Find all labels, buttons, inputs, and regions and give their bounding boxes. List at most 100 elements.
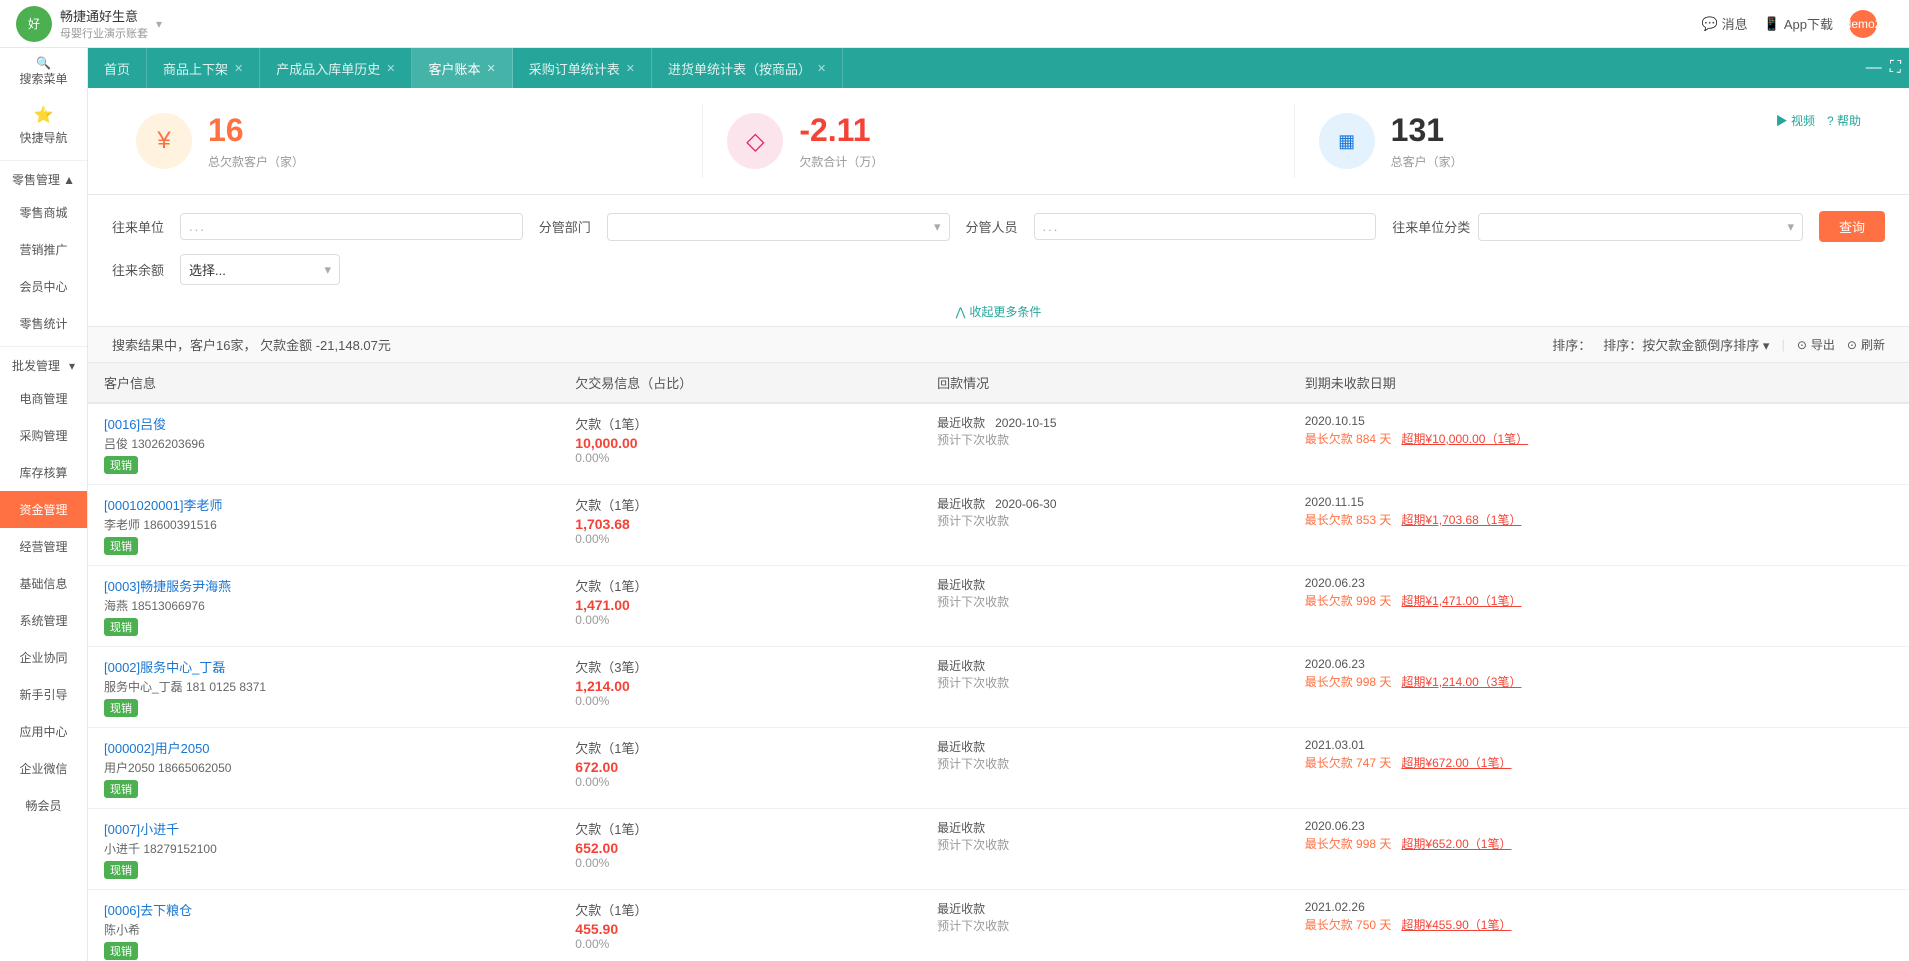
debt-ratio: 0.00% bbox=[575, 613, 905, 627]
debt-amount[interactable]: 10,000.00 bbox=[575, 435, 905, 451]
sidebar-item-quick-nav[interactable]: ⭐ 快捷导航 bbox=[0, 95, 87, 156]
debt-count: 欠款（1笔） bbox=[575, 819, 905, 838]
customer-info-cell: [0001020001]李老师 李老师 18600391516 现销 bbox=[88, 485, 559, 566]
sort-selector[interactable]: 排序：按欠款金额倒序排序 ▾ bbox=[1603, 335, 1769, 354]
search-button[interactable]: 查询 bbox=[1819, 211, 1885, 242]
collapse-icon: ⋀ bbox=[956, 305, 966, 319]
debt-info-cell: 欠款（1笔） 455.90 0.00% bbox=[559, 890, 921, 961]
sidebar-item-retail-stats[interactable]: 零售统计 bbox=[0, 305, 87, 342]
next-payment: 预计下次收款 bbox=[937, 755, 1273, 772]
help-btn[interactable]: ? 帮助 bbox=[1827, 112, 1861, 129]
tenant-arrow[interactable]: ▾ bbox=[156, 17, 162, 31]
tab-product-shelf[interactable]: 商品上下架 ✕ bbox=[147, 48, 260, 88]
sidebar-item-newbie[interactable]: 新手引导 bbox=[0, 676, 87, 713]
debt-amount[interactable]: 672.00 bbox=[575, 759, 905, 775]
sidebar-item-batch-mgmt[interactable]: 批发管理 ▾ bbox=[0, 351, 87, 380]
overdue-link[interactable]: 超期¥1,214.00（3笔） bbox=[1401, 675, 1521, 689]
sidebar-item-member-center[interactable]: 会员中心 bbox=[0, 268, 87, 305]
balance-placeholder: 选择... bbox=[189, 260, 226, 279]
tab-purchase-stats[interactable]: 采购订单统计表 ✕ bbox=[513, 48, 652, 88]
tab-home[interactable]: 首页 bbox=[88, 48, 147, 88]
debt-count: 欠款（1笔） bbox=[575, 576, 905, 595]
sidebar-item-basic-info[interactable]: 基础信息 bbox=[0, 565, 87, 602]
debt-amount[interactable]: 1,703.68 bbox=[575, 516, 905, 532]
status-badge: 现销 bbox=[104, 537, 138, 555]
sidebar-search[interactable]: 🔍 搜索菜单 bbox=[0, 48, 87, 95]
customer-name-link[interactable]: [000002]用户2050 bbox=[104, 738, 543, 757]
due-date-cell: 2020.06.23 最长欠款 998 天 超期¥652.00（1笔） bbox=[1289, 809, 1909, 890]
balance-field: 往来余额 选择... ▾ bbox=[112, 254, 1885, 285]
tab-bar: 首页 商品上下架 ✕ 产成品入库单历史 ✕ 客户账本 ✕ 采购订单统计表 ✕ 进… bbox=[88, 48, 1909, 88]
sidebar-item-finance[interactable]: 资金管理 bbox=[0, 491, 87, 528]
customer-name-link[interactable]: [0001020001]李老师 bbox=[104, 495, 543, 514]
app-download-btn[interactable]: 📱 App下载 bbox=[1764, 14, 1833, 33]
customer-name-link[interactable]: [0006]去下粮仓 bbox=[104, 900, 543, 919]
due-date: 2021.03.01 bbox=[1305, 738, 1893, 752]
next-payment: 预计下次收款 bbox=[937, 431, 1273, 448]
export-btn[interactable]: ⊙ 导出 bbox=[1797, 336, 1835, 353]
from-unit-label: 往来单位 bbox=[112, 217, 172, 236]
overdue-link[interactable]: 超期¥1,471.00（1笔） bbox=[1401, 594, 1521, 608]
customer-name-link[interactable]: [0016]吕俊 bbox=[104, 414, 543, 433]
all-customers-label: 总客户（家） bbox=[1391, 153, 1463, 170]
debt-amount[interactable]: 652.00 bbox=[575, 840, 905, 856]
customer-name-link[interactable]: [0002]服务中心_丁磊 bbox=[104, 657, 543, 676]
tab-purchase-stats-by-product[interactable]: 进货单统计表（按商品） ✕ bbox=[652, 48, 843, 88]
unit-category-select[interactable]: ▾ bbox=[1478, 213, 1803, 241]
debt-amount[interactable]: 1,471.00 bbox=[575, 597, 905, 613]
overdue-link[interactable]: 超期¥10,000.00（1笔） bbox=[1401, 432, 1528, 446]
debt-amount[interactable]: 455.90 bbox=[575, 921, 905, 937]
sidebar-item-marketing[interactable]: 营销推广 bbox=[0, 231, 87, 268]
table-row: [0016]吕俊 吕俊 13026203696 现销 欠款（1笔） 10,000… bbox=[88, 403, 1909, 485]
sidebar-item-retail-store[interactable]: 零售商城 bbox=[0, 194, 87, 231]
sidebar-item-ecommerce[interactable]: 电商管理 bbox=[0, 380, 87, 417]
sidebar-item-enterprise-wechat[interactable]: 企业微信 bbox=[0, 750, 87, 787]
message-btn[interactable]: 💬 消息 bbox=[1701, 14, 1747, 33]
tenant-selector[interactable]: 母婴行业演示账套 bbox=[60, 25, 148, 41]
tab-customer-account[interactable]: 客户账本 ✕ bbox=[412, 48, 512, 88]
customer-name-link[interactable]: [0003]畅捷服务尹海燕 bbox=[104, 576, 543, 595]
sidebar-item-purchase-mgmt[interactable]: 采购管理 bbox=[0, 417, 87, 454]
tab-close-product-warehouse[interactable]: ✕ bbox=[386, 62, 395, 75]
tab-expand-btn[interactable]: ⛶ bbox=[1890, 59, 1901, 77]
result-actions: 排序： 排序：按欠款金额倒序排序 ▾ | ⊙ 导出 ⊙ 刷新 bbox=[1552, 335, 1885, 354]
due-date: 2020.10.15 bbox=[1305, 414, 1893, 428]
refresh-btn[interactable]: ⊙ 刷新 bbox=[1847, 336, 1885, 353]
sidebar-item-changyuanid[interactable]: 畅会员 bbox=[0, 787, 87, 824]
sidebar-item-app-center[interactable]: 应用中心 bbox=[0, 713, 87, 750]
tab-close-purchase-stats-by-product[interactable]: ✕ bbox=[817, 62, 826, 75]
collapse-btn[interactable]: ⋀ 收起更多条件 bbox=[112, 297, 1885, 326]
tab-close-purchase-stats[interactable]: ✕ bbox=[626, 62, 635, 75]
sidebar: 🔍 搜索菜单 ⭐ 快捷导航 零售管理 ▲ 零售商城 营销推广 会员中心 零售统计… bbox=[0, 48, 88, 961]
from-unit-input[interactable]: ... bbox=[180, 213, 523, 240]
tab-product-warehouse[interactable]: 产成品入库单历史 ✕ bbox=[260, 48, 412, 88]
sidebar-item-enterprise-collab[interactable]: 企业协同 bbox=[0, 639, 87, 676]
recovery-cell: 最近收款 预计下次收款 bbox=[921, 809, 1289, 890]
tab-close-product-shelf[interactable]: ✕ bbox=[234, 62, 243, 75]
total-customers-value: 16 bbox=[208, 112, 304, 149]
debt-amount[interactable]: 1,214.00 bbox=[575, 678, 905, 694]
overdue-link[interactable]: 超期¥652.00（1笔） bbox=[1401, 837, 1511, 851]
person-input[interactable]: ... bbox=[1034, 213, 1377, 240]
user-avatar[interactable]: demo2 bbox=[1849, 10, 1877, 38]
tab-minimize-btn[interactable]: — bbox=[1866, 59, 1882, 77]
dept-arrow: ▾ bbox=[934, 219, 941, 235]
summary-row: ¥ 16 总欠款客户（家） ◇ -2.11 欠款合计（万） ▦ 131 总客户（… bbox=[88, 88, 1909, 195]
sidebar-item-system[interactable]: 系统管理 bbox=[0, 602, 87, 639]
batch-mgmt-arrow: ▾ bbox=[69, 359, 75, 373]
customer-name-link[interactable]: [0007]小进千 bbox=[104, 819, 543, 838]
overdue-link[interactable]: 超期¥455.90（1笔） bbox=[1401, 918, 1511, 932]
logo-icon: 好 bbox=[16, 6, 52, 42]
sidebar-item-inventory[interactable]: 库存核算 bbox=[0, 454, 87, 491]
table-row: [0006]去下粮仓 陈小希 现销 欠款（1笔） 455.90 0.00% 最近… bbox=[88, 890, 1909, 961]
person-label: 分管人员 bbox=[966, 217, 1026, 236]
overdue-link[interactable]: 超期¥672.00（1笔） bbox=[1401, 756, 1511, 770]
table-row: [0003]畅捷服务尹海燕 海燕 18513066976 现销 欠款（1笔） 1… bbox=[88, 566, 1909, 647]
sidebar-item-retail-mgmt[interactable]: 零售管理 ▲ bbox=[0, 165, 87, 194]
sidebar-item-operations[interactable]: 经营管理 bbox=[0, 528, 87, 565]
tab-close-customer-account[interactable]: ✕ bbox=[487, 62, 496, 75]
overdue-link[interactable]: 超期¥1,703.68（1笔） bbox=[1401, 513, 1521, 527]
dept-select[interactable]: ▾ bbox=[607, 213, 950, 241]
video-btn[interactable]: ▶ 视频 bbox=[1776, 112, 1815, 129]
balance-select[interactable]: 选择... ▾ bbox=[180, 254, 340, 285]
